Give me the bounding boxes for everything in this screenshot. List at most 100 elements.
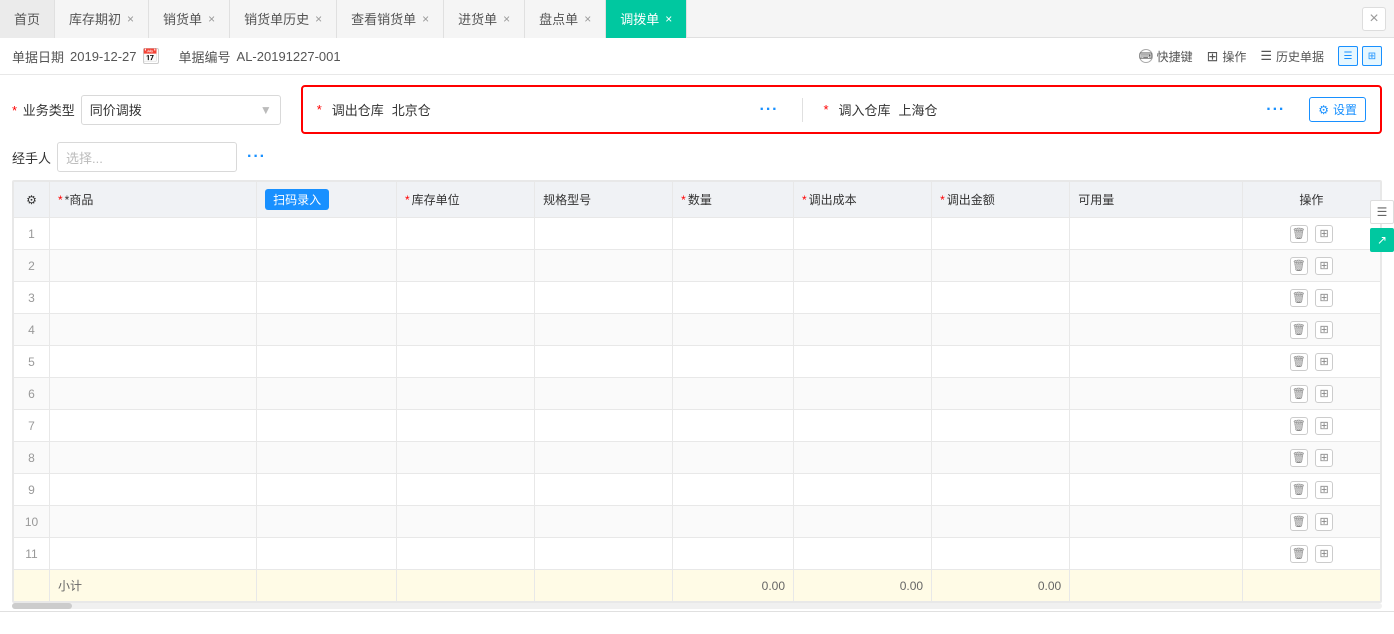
close-tab-transfer-order[interactable]: × [665, 12, 672, 26]
row-amount-4[interactable] [932, 314, 1070, 346]
row-spec-10[interactable] [535, 506, 673, 538]
tab-view-sales[interactable]: 查看销货单 × [337, 0, 444, 38]
row-amount-6[interactable] [932, 378, 1070, 410]
row-unit-1[interactable] [396, 218, 534, 250]
row-cost-10[interactable] [794, 506, 932, 538]
tab-sales-history[interactable]: 销货单历史 × [230, 0, 337, 38]
close-tab-sales-history[interactable]: × [315, 12, 322, 26]
handler-select[interactable]: 选择... [57, 142, 237, 172]
operations-button[interactable]: ⊞ 操作 [1207, 48, 1247, 65]
row-product-7[interactable] [50, 410, 257, 442]
row-unit-6[interactable] [396, 378, 534, 410]
transfer-out-more-btn[interactable]: ··· [755, 101, 782, 119]
delete-row-7-icon[interactable]: 🗑 [1290, 417, 1308, 435]
close-tab-purchase-order[interactable]: × [503, 12, 510, 26]
scrollbar-thumb[interactable] [12, 603, 72, 609]
row-product-3[interactable] [50, 282, 257, 314]
row-product-8[interactable] [50, 442, 257, 474]
delete-row-5-icon[interactable]: 🗑 [1290, 353, 1308, 371]
row-amount-3[interactable] [932, 282, 1070, 314]
row-cost-7[interactable] [794, 410, 932, 442]
row-spec-2[interactable] [535, 250, 673, 282]
delete-row-6-icon[interactable]: 🗑 [1290, 385, 1308, 403]
row-cost-11[interactable] [794, 538, 932, 570]
row-cost-8[interactable] [794, 442, 932, 474]
copy-row-4-icon[interactable]: ⊞ [1315, 321, 1333, 339]
row-product-10[interactable] [50, 506, 257, 538]
row-qty-7[interactable] [673, 410, 794, 442]
tab-purchase-order[interactable]: 进货单 × [444, 0, 525, 38]
row-product-1[interactable] [50, 218, 257, 250]
row-spec-6[interactable] [535, 378, 673, 410]
row-product-4[interactable] [50, 314, 257, 346]
delete-row-11-icon[interactable]: 🗑 [1290, 545, 1308, 563]
row-cost-5[interactable] [794, 346, 932, 378]
tab-transfer-order[interactable]: 调拨单 × [606, 0, 687, 38]
delete-row-1-icon[interactable]: 🗑 [1290, 225, 1308, 243]
transfer-in-more-btn[interactable]: ··· [1262, 101, 1289, 119]
calendar-icon[interactable]: 📅 [143, 48, 159, 64]
copy-row-6-icon[interactable]: ⊞ [1315, 385, 1333, 403]
copy-row-1-icon[interactable]: ⊞ [1315, 225, 1333, 243]
row-spec-5[interactable] [535, 346, 673, 378]
row-qty-9[interactable] [673, 474, 794, 506]
row-unit-5[interactable] [396, 346, 534, 378]
scan-button[interactable]: 扫码录入 [265, 189, 329, 210]
row-unit-10[interactable] [396, 506, 534, 538]
copy-row-3-icon[interactable]: ⊞ [1315, 289, 1333, 307]
row-spec-9[interactable] [535, 474, 673, 506]
row-qty-8[interactable] [673, 442, 794, 474]
row-amount-5[interactable] [932, 346, 1070, 378]
row-spec-4[interactable] [535, 314, 673, 346]
row-amount-8[interactable] [932, 442, 1070, 474]
copy-row-7-icon[interactable]: ⊞ [1315, 417, 1333, 435]
row-qty-3[interactable] [673, 282, 794, 314]
layout-list-icon[interactable]: ☰ [1338, 46, 1358, 66]
tab-sales-order[interactable]: 销货单 × [149, 0, 230, 38]
float-list-btn[interactable]: ☰ [1370, 200, 1394, 224]
row-product-9[interactable] [50, 474, 257, 506]
row-cost-6[interactable] [794, 378, 932, 410]
row-qty-1[interactable] [673, 218, 794, 250]
row-unit-3[interactable] [396, 282, 534, 314]
tab-bar-close-button[interactable]: × [1362, 7, 1386, 31]
row-unit-4[interactable] [396, 314, 534, 346]
copy-row-2-icon[interactable]: ⊞ [1315, 257, 1333, 275]
biz-type-select[interactable]: 同价调拨 ▼ [81, 95, 281, 125]
tab-home[interactable]: 首页 [0, 0, 55, 38]
delete-row-9-icon[interactable]: 🗑 [1290, 481, 1308, 499]
row-cost-4[interactable] [794, 314, 932, 346]
row-cost-3[interactable] [794, 282, 932, 314]
close-tab-view-sales[interactable]: × [422, 12, 429, 26]
close-tab-inventory-count[interactable]: × [584, 12, 591, 26]
row-spec-3[interactable] [535, 282, 673, 314]
row-unit-2[interactable] [396, 250, 534, 282]
delete-row-8-icon[interactable]: 🗑 [1290, 449, 1308, 467]
th-gear[interactable]: ⚙ [14, 182, 50, 218]
delete-row-2-icon[interactable]: 🗑 [1290, 257, 1308, 275]
row-qty-6[interactable] [673, 378, 794, 410]
copy-row-11-icon[interactable]: ⊞ [1315, 545, 1333, 563]
copy-row-5-icon[interactable]: ⊞ [1315, 353, 1333, 371]
row-product-5[interactable] [50, 346, 257, 378]
row-unit-11[interactable] [396, 538, 534, 570]
delete-row-4-icon[interactable]: 🗑 [1290, 321, 1308, 339]
handler-more-btn[interactable]: ··· [243, 148, 270, 166]
row-qty-2[interactable] [673, 250, 794, 282]
row-spec-1[interactable] [535, 218, 673, 250]
row-qty-4[interactable] [673, 314, 794, 346]
row-qty-11[interactable] [673, 538, 794, 570]
tab-inventory-count[interactable]: 盘点单 × [525, 0, 606, 38]
copy-row-8-icon[interactable]: ⊞ [1315, 449, 1333, 467]
delete-row-3-icon[interactable]: 🗑 [1290, 289, 1308, 307]
horizontal-scrollbar[interactable] [12, 603, 1382, 609]
row-product-11[interactable] [50, 538, 257, 570]
history-orders-button[interactable]: ☰ 历史单据 [1260, 48, 1324, 65]
row-cost-2[interactable] [794, 250, 932, 282]
delete-row-10-icon[interactable]: 🗑 [1290, 513, 1308, 531]
layout-grid-icon[interactable]: ⊞ [1362, 46, 1382, 66]
row-qty-5[interactable] [673, 346, 794, 378]
copy-row-9-icon[interactable]: ⊞ [1315, 481, 1333, 499]
row-amount-7[interactable] [932, 410, 1070, 442]
row-unit-8[interactable] [396, 442, 534, 474]
